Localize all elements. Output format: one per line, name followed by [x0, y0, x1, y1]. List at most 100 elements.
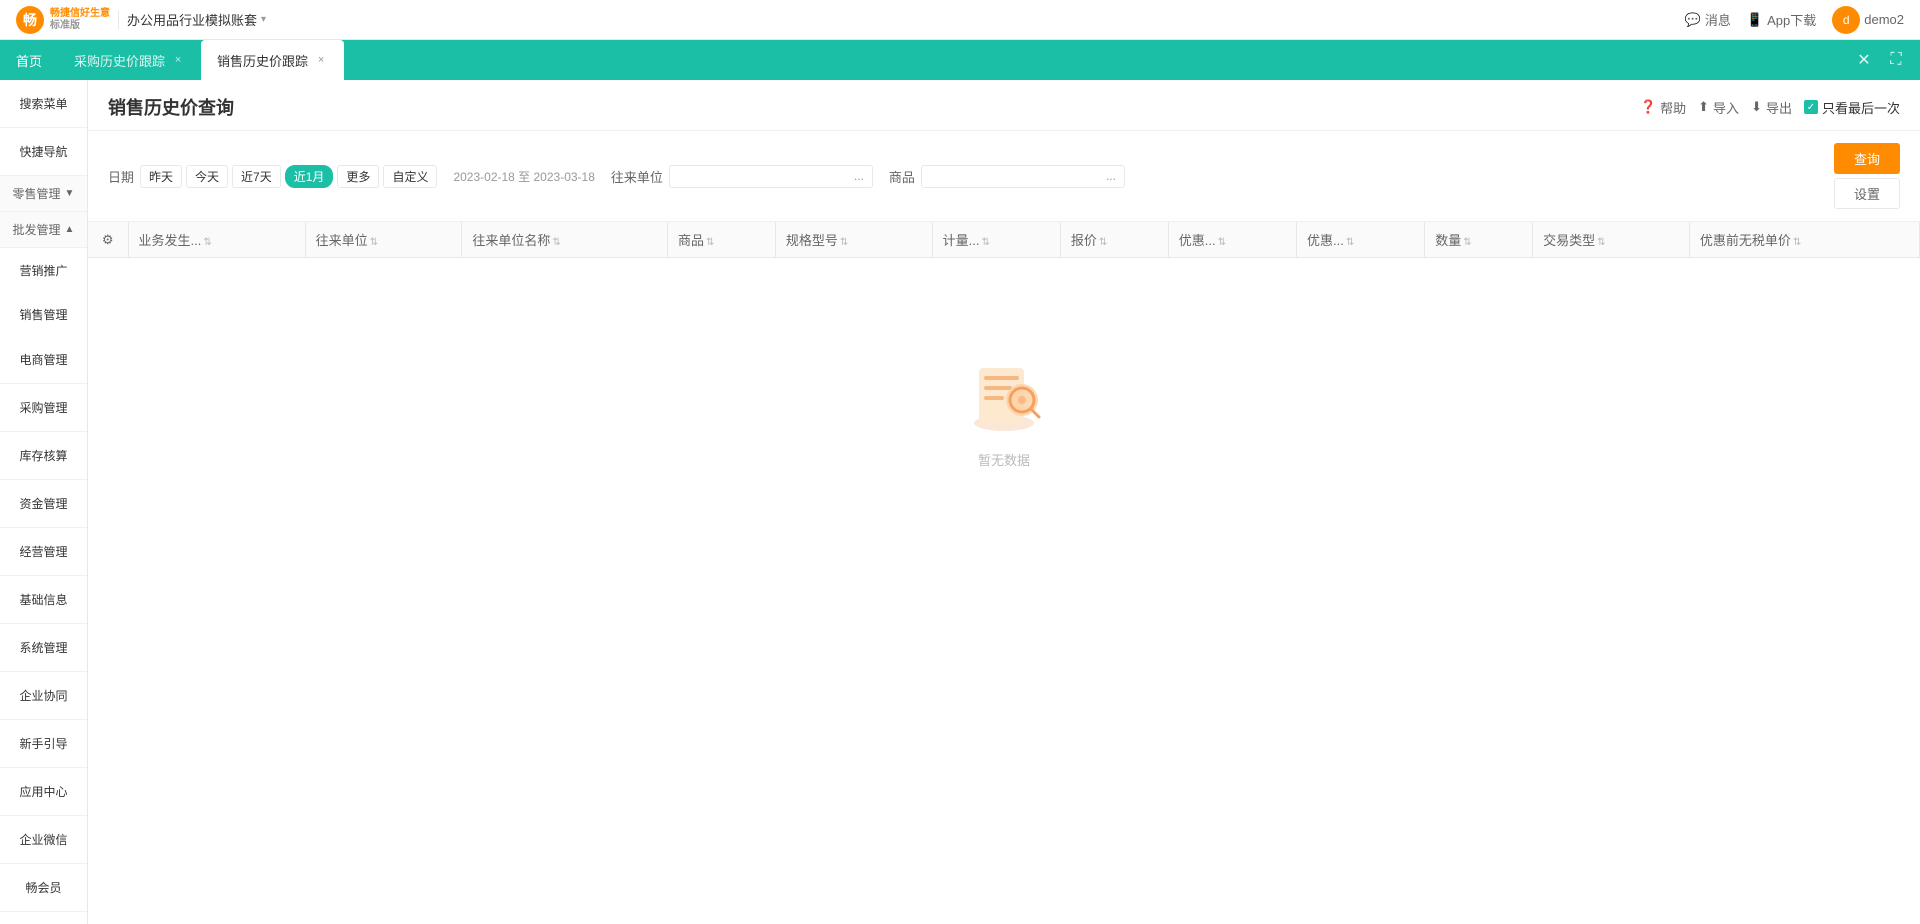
industry-selector[interactable]: 办公用品行业模拟账套 ▾: [127, 10, 266, 29]
partner-input[interactable]: [678, 169, 854, 184]
sidebar-item-operations[interactable]: 经营管理: [0, 528, 87, 576]
user-action[interactable]: d demo2: [1832, 6, 1904, 34]
operations-label: 经营管理: [19, 543, 67, 560]
col-trade-type[interactable]: 交易类型⇅: [1533, 222, 1690, 258]
col-discount2[interactable]: 优惠...⇅: [1296, 222, 1424, 258]
goods-input-dots[interactable]: ...: [1106, 169, 1116, 183]
date-btn-yesterday[interactable]: 昨天: [140, 165, 182, 188]
query-button[interactable]: 查询: [1834, 143, 1900, 174]
partner-input-wrap: ...: [669, 165, 873, 188]
goods-label: 商品: [889, 167, 915, 186]
tab-close-btn[interactable]: ✕: [1852, 48, 1876, 72]
settings-button[interactable]: 设置: [1834, 178, 1900, 209]
export-icon: ⬇: [1751, 99, 1762, 115]
help-icon: ❓: [1640, 99, 1656, 115]
sidebar-item-purchase[interactable]: 采购管理: [0, 384, 87, 432]
table-header-row: ⚙ 业务发生...⇅ 往来单位⇅ 往来单位名称⇅ 商品⇅ 规格型号⇅ 计量...…: [88, 222, 1920, 258]
tab-sales-close-icon[interactable]: ×: [314, 53, 328, 67]
app-download-action[interactable]: 📱 App下载: [1747, 10, 1816, 29]
enterprise-label: 企业协同: [19, 687, 67, 704]
only-last-checkbox-label[interactable]: ✓ 只看最后一次: [1804, 98, 1900, 117]
sidebar-item-marketing[interactable]: 营销推广: [0, 248, 87, 292]
only-last-checkbox[interactable]: ✓: [1804, 100, 1818, 114]
divider: [118, 10, 119, 30]
col-tax-price[interactable]: 优惠前无税单价⇅: [1689, 222, 1919, 258]
tab-purchase-close-icon[interactable]: ×: [171, 53, 185, 67]
system-label: 系统管理: [19, 639, 67, 656]
col-goods[interactable]: 商品⇅: [667, 222, 775, 258]
sidebar-item-quick-nav[interactable]: 快捷导航: [0, 128, 87, 176]
import-label: 导入: [1713, 98, 1739, 117]
data-table: ⚙ 业务发生...⇅ 往来单位⇅ 往来单位名称⇅ 商品⇅ 规格型号⇅ 计量...…: [88, 222, 1920, 258]
tab-purchase-history[interactable]: 采购历史价跟踪 ×: [58, 40, 201, 80]
content-area: 销售历史价查询 ❓ 帮助 ⬆ 导入 ⬇ 导出 ✓ 只看最后一次: [88, 80, 1920, 924]
wholesale-arrow-icon: ▲: [65, 224, 75, 235]
help-label: 帮助: [1660, 98, 1686, 117]
sidebar-item-wholesale-mgmt[interactable]: 批发管理 ▲: [0, 212, 87, 248]
sidebar-item-search-menu[interactable]: 搜索菜单: [0, 80, 87, 128]
col-biz-date[interactable]: 业务发生...⇅: [128, 222, 305, 258]
message-action[interactable]: 💬 消息: [1685, 10, 1731, 29]
date-filter: 日期 昨天 今天 近7天 近1月 更多 自定义: [108, 165, 437, 188]
sidebar-item-system[interactable]: 系统管理: [0, 624, 87, 672]
col-settings[interactable]: ⚙: [88, 222, 128, 258]
page-actions: ❓ 帮助 ⬆ 导入 ⬇ 导出 ✓ 只看最后一次: [1640, 98, 1900, 117]
sidebar-item-enterprise-wechat[interactable]: 企业微信: [0, 816, 87, 864]
date-btn-more[interactable]: 更多: [337, 165, 379, 188]
logo-text-line1: 畅捷信好生意: [50, 8, 110, 20]
tab-home-label: 首页: [16, 51, 42, 70]
username-label: demo2: [1864, 12, 1904, 27]
sidebar-item-basic-info[interactable]: 基础信息: [0, 576, 87, 624]
finance-label: 资金管理: [19, 495, 67, 512]
date-btn-custom[interactable]: 自定义: [383, 165, 437, 188]
date-btn-7days[interactable]: 近7天: [232, 165, 281, 188]
tab-sales-history[interactable]: 销售历史价跟踪 ×: [201, 40, 344, 80]
goods-input[interactable]: [930, 169, 1106, 184]
page-header: 销售历史价查询 ❓ 帮助 ⬆ 导入 ⬇ 导出 ✓ 只看最后一次: [88, 80, 1920, 131]
sidebar-item-app-center[interactable]: 应用中心: [0, 768, 87, 816]
col-quantity[interactable]: 数量⇅: [1425, 222, 1533, 258]
date-btn-1month[interactable]: 近1月: [285, 165, 334, 188]
partner-filter: 往来单位 ...: [611, 165, 873, 188]
help-btn[interactable]: ❓ 帮助: [1640, 98, 1686, 117]
partner-input-dots[interactable]: ...: [854, 169, 864, 183]
col-price[interactable]: 报价⇅: [1060, 222, 1168, 258]
sidebar-item-inventory[interactable]: 库存核算: [0, 432, 87, 480]
export-label: 导出: [1766, 98, 1792, 117]
tab-home[interactable]: 首页: [0, 40, 58, 80]
tab-maximize-btn[interactable]: ⛶: [1884, 48, 1908, 72]
filter-bar: 日期 昨天 今天 近7天 近1月 更多 自定义 2023-02-18 至 202…: [88, 131, 1920, 222]
tab-bar: 首页 采购历史价跟踪 × 销售历史价跟踪 × ✕ ⛶: [0, 40, 1920, 80]
quick-nav-label: 快捷导航: [19, 143, 67, 160]
only-last-label: 只看最后一次: [1822, 98, 1900, 117]
inventory-label: 库存核算: [19, 447, 67, 464]
empty-icon: [954, 338, 1054, 438]
col-discount1[interactable]: 优惠...⇅: [1168, 222, 1296, 258]
logo-area: 畅 畅捷信好生意 标准版: [16, 6, 110, 34]
enterprise-wechat-label: 企业微信: [19, 831, 67, 848]
brand-label: 标准版: [50, 20, 110, 32]
sidebar-item-ecommerce[interactable]: 电商管理: [0, 336, 87, 384]
retail-arrow-icon: ▼: [65, 188, 75, 199]
logo-icon: 畅: [16, 6, 44, 34]
col-partner-code[interactable]: 往来单位⇅: [305, 222, 462, 258]
sidebar-item-retail-mgmt[interactable]: 零售管理 ▼: [0, 176, 87, 212]
col-spec[interactable]: 规格型号⇅: [775, 222, 932, 258]
partner-label: 往来单位: [611, 167, 663, 186]
date-btn-today[interactable]: 今天: [186, 165, 228, 188]
sidebar-item-finance[interactable]: 资金管理: [0, 480, 87, 528]
goods-filter: 商品 ...: [889, 165, 1125, 188]
sales-mgmt-label: 销售管理: [19, 306, 67, 323]
search-menu-label: 搜索菜单: [19, 95, 67, 112]
chevron-down-icon: ▾: [261, 14, 266, 25]
date-buttons: 昨天 今天 近7天 近1月 更多 自定义: [140, 165, 437, 188]
col-unit[interactable]: 计量...⇅: [932, 222, 1060, 258]
sidebar-item-sales-mgmt[interactable]: 销售管理: [0, 292, 87, 336]
export-btn[interactable]: ⬇ 导出: [1751, 98, 1792, 117]
col-partner-name[interactable]: 往来单位名称⇅: [462, 222, 668, 258]
avatar: d: [1832, 6, 1860, 34]
import-btn[interactable]: ⬆ 导入: [1698, 98, 1739, 117]
sidebar-item-member[interactable]: 畅会员: [0, 864, 87, 912]
sidebar-item-enterprise[interactable]: 企业协同: [0, 672, 87, 720]
sidebar-item-newbie[interactable]: 新手引导: [0, 720, 87, 768]
